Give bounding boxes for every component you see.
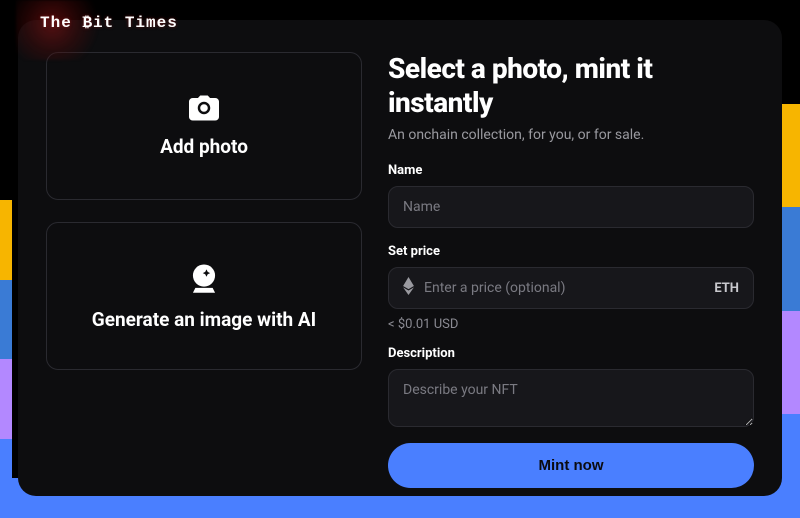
mint-button[interactable]: Mint now [388,443,754,488]
price-input-wrapper: ETH [388,267,754,309]
main-card: Add photo Generate an image with AI Sele… [18,20,782,496]
name-label: Name [388,163,754,178]
description-input[interactable] [388,369,754,427]
camera-icon [189,95,219,121]
decorative-stripe-right [780,0,800,518]
brand-logo: The ₿it Times [40,14,178,32]
description-label: Description [388,346,754,361]
generate-ai-panel[interactable]: Generate an image with AI [46,222,362,370]
currency-suffix: ETH [714,281,739,296]
left-column: Add photo Generate an image with AI [46,52,362,464]
crystal-ball-icon [189,262,219,294]
generate-ai-label: Generate an image with AI [92,308,316,331]
ethereum-icon [403,277,414,299]
decorative-stripe-left [0,200,12,518]
add-photo-label: Add photo [160,135,248,158]
right-column: Select a photo, mint it instantly An onc… [388,52,754,464]
hero-title: Select a photo, mint it instantly [388,52,754,119]
price-input[interactable] [414,268,714,308]
price-label: Set price [388,244,754,259]
name-input[interactable] [388,186,754,228]
hero-subtitle: An onchain collection, for you, or for s… [388,127,754,143]
price-hint: < $0.01 USD [388,317,754,332]
add-photo-panel[interactable]: Add photo [46,52,362,200]
